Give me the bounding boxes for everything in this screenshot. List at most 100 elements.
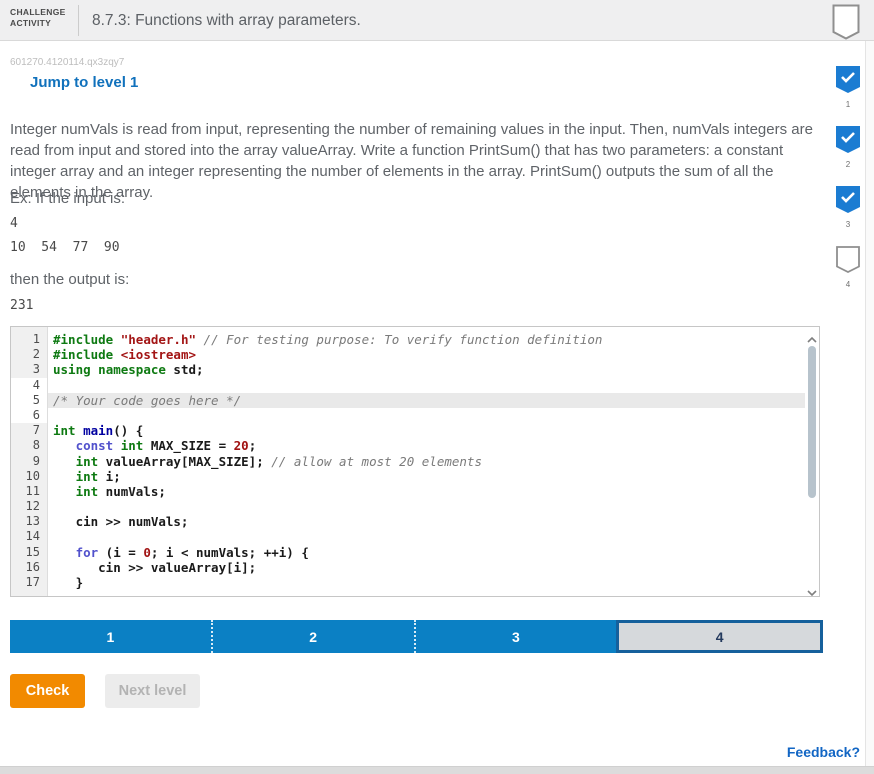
code-line-14 [48,529,805,544]
scroll-down-arrow-icon[interactable] [807,584,817,592]
line-number: 5 [11,393,47,408]
scrollbar-thumb[interactable] [808,346,816,498]
token-pl [113,438,121,453]
token-dir: #include [53,332,113,347]
token-str: <iostream> [121,347,196,362]
header-divider [78,5,79,36]
line-number: 3 [11,362,47,377]
example-output-intro: then the output is: [10,271,129,288]
bookmark-banner-icon [832,4,860,45]
code-line-6 [48,408,805,423]
line-number: 7 [11,423,47,438]
code-line-13: cin >> numVals; [48,514,805,529]
progress-segment-2: 2 [211,620,414,653]
code-line-17: } [48,575,805,590]
token-ty: int [76,454,99,469]
token-num: 20 [234,438,249,453]
code-line-12 [48,499,805,514]
line-number: 9 [11,454,47,469]
token-dir: using [53,362,91,377]
line-number: 4 [11,378,47,393]
scroll-up-arrow-icon[interactable] [807,331,817,339]
token-com: // For testing purpose: To verify functi… [204,332,603,347]
token-kw: for [76,545,99,560]
level-badge-number: 2 [834,160,862,169]
line-number: 11 [11,484,47,499]
line-number: 8 [11,438,47,453]
code-area[interactable]: #include "header.h" // For testing purpo… [48,327,805,596]
line-number: 16 [11,560,47,575]
problem-description: Integer numVals is read from input, repr… [10,119,822,203]
token-ty: int [76,484,99,499]
progress-segment-4: 4 [616,620,823,653]
line-number: 14 [11,529,47,544]
level-badge-number: 3 [834,220,862,229]
challenge-label-line2: ACTIVITY [10,18,66,29]
line-number: 13 [11,514,47,529]
token-dir: namespace [98,362,166,377]
token-ty: int [121,438,144,453]
token-pl [53,438,76,453]
token-pl: std; [166,362,204,377]
progress-segment-3: 3 [414,620,617,653]
code-line-10: int i; [48,469,805,484]
code-line-7: int main() { [48,423,805,438]
bottom-divider-strip [0,766,874,774]
code-line-8: const int MAX_SIZE = 20; [48,438,805,453]
token-pl: (i = [98,545,143,560]
level-badge-4: 4 [834,246,862,289]
token-pl: MAX_SIZE = [143,438,233,453]
level-badge-3: 3 [834,186,862,229]
example-input-line1: 4 [10,216,18,231]
code-editor[interactable]: 1234567891011121314151617 #include "head… [10,326,820,597]
jump-to-level-link[interactable]: Jump to level 1 [30,74,138,91]
code-line-2: #include <iostream> [48,347,805,362]
level-badge-number: 1 [834,100,862,109]
token-pl: () { [113,423,143,438]
code-line-15: for (i = 0; i < numVals; ++i) { [48,545,805,560]
line-number: 6 [11,408,47,423]
token-pl [53,454,76,469]
code-line-4 [48,378,805,393]
level-badge-1: 1 [834,66,862,109]
token-pl: i; [98,469,121,484]
line-number: 12 [11,499,47,514]
line-number: 1 [11,332,47,347]
challenge-activity-label: CHALLENGE ACTIVITY [10,7,66,29]
token-pl: ; [249,438,257,453]
level-completion-rail: 1 2 3 4 [834,66,862,306]
level-progress-bar: 1234 [10,620,823,653]
example-intro: Ex: If the input is: [10,190,125,207]
token-pl: cin >> valueArray[i]; [53,560,256,575]
editor-scrollbar[interactable] [805,327,819,596]
token-pl [113,332,121,347]
level-badge-2: 2 [834,126,862,169]
token-pl [113,347,121,362]
line-number: 17 [11,575,47,590]
token-pl [53,545,76,560]
feedback-link[interactable]: Feedback? [787,744,860,760]
line-number: 2 [11,347,47,362]
token-pl [53,484,76,499]
token-pl: valueArray[MAX_SIZE]; [98,454,271,469]
token-pl [76,423,84,438]
token-pl: numVals; [98,484,166,499]
token-kw: const [76,438,114,453]
challenge-activity-page: CHALLENGE ACTIVITY 8.7.3: Functions with… [0,0,874,774]
code-line-16: cin >> valueArray[i]; [48,560,805,575]
token-com: // allow at most 20 elements [271,454,482,469]
activity-header: CHALLENGE ACTIVITY 8.7.3: Functions with… [0,0,874,41]
activity-title: 8.7.3: Functions with array parameters. [92,0,361,41]
code-line-11: int numVals; [48,484,805,499]
code-line-3: using namespace std; [48,362,805,377]
next-level-button[interactable]: Next level [105,674,200,708]
code-gutter: 1234567891011121314151617 [11,327,48,596]
level-badge-number: 4 [834,280,862,289]
token-str: "header.h" [121,332,196,347]
progress-segment-1: 1 [10,620,211,653]
token-ty: int [53,423,76,438]
check-button[interactable]: Check [10,674,85,708]
token-pl: ; i < numVals; ++i) { [151,545,309,560]
example-output-value: 231 [10,298,33,313]
token-num: 0 [143,545,151,560]
